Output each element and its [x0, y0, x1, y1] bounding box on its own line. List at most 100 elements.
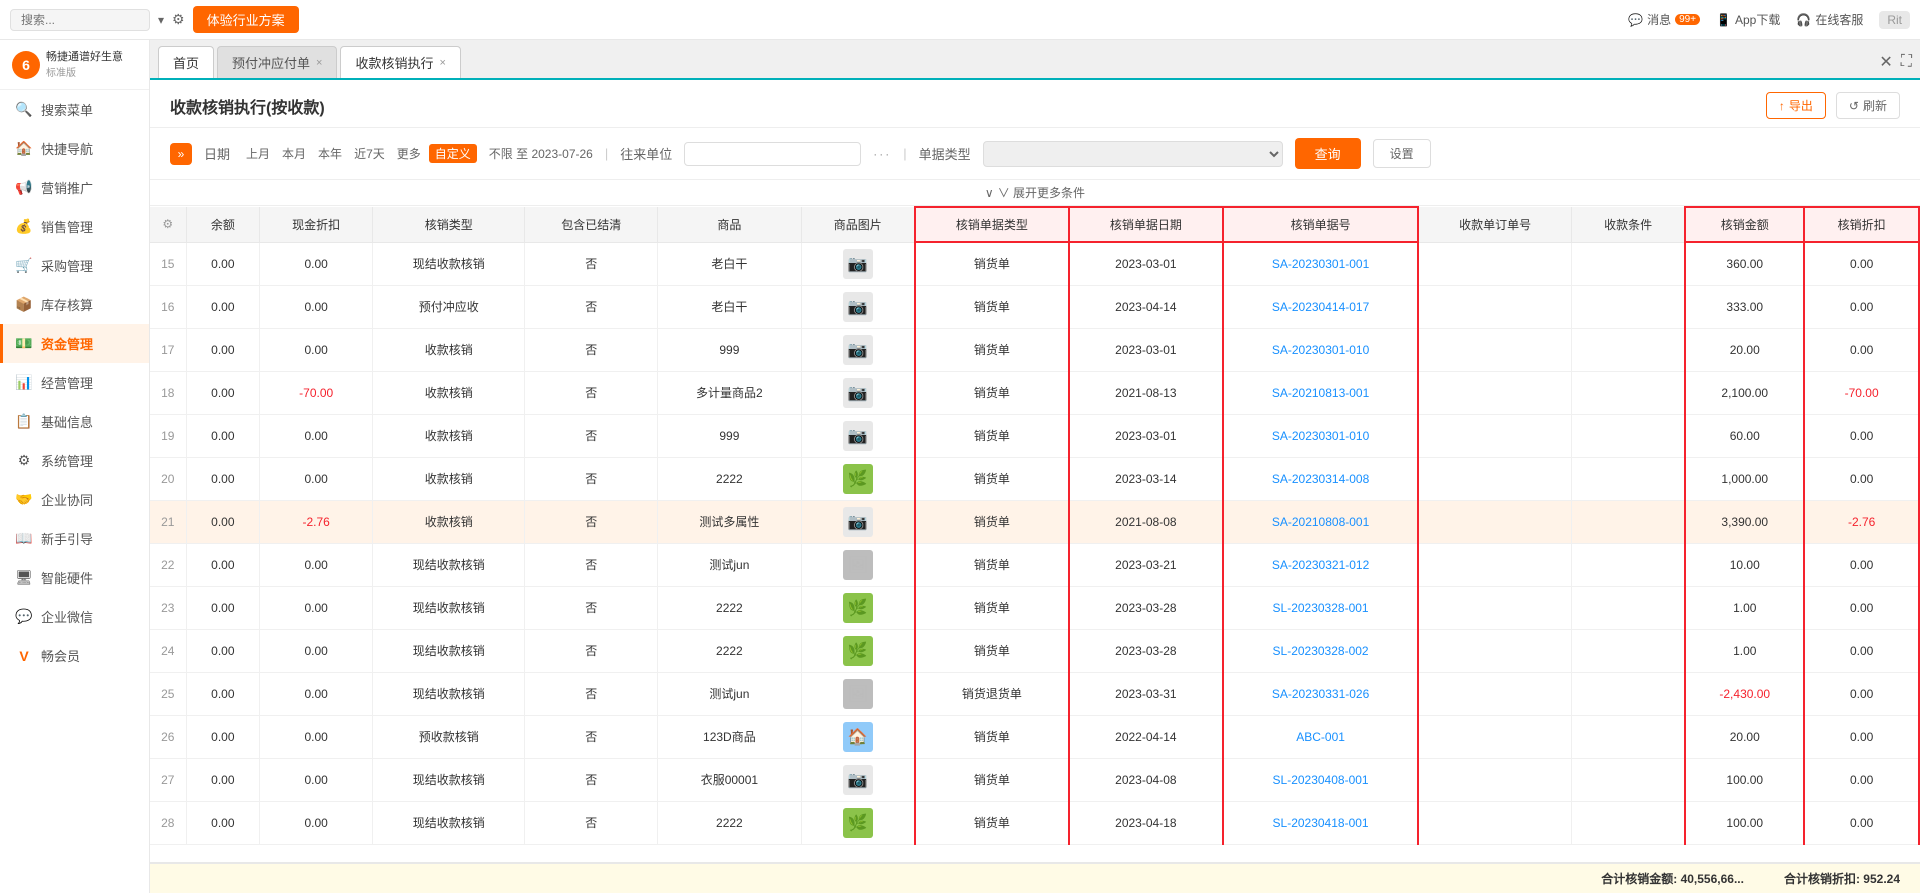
- collect-offset-tab-label: 收款核销执行: [355, 53, 433, 72]
- bill-no-link[interactable]: SA-20230301-010: [1272, 429, 1369, 443]
- date-btn-7days[interactable]: 近7天: [350, 143, 389, 164]
- settings-button[interactable]: 设置: [1373, 139, 1431, 168]
- page-actions: ↑ 导出 ↺ 刷新: [1766, 92, 1900, 119]
- sidebar-item-corp-collab[interactable]: 🤝 企业协同: [0, 480, 149, 519]
- cell-product-img: 🖼: [801, 543, 915, 586]
- th-settings[interactable]: ⚙: [150, 207, 186, 242]
- messages-item[interactable]: 💬 消息 99+: [1628, 11, 1700, 28]
- online-service-item[interactable]: 🎧 在线客服: [1796, 11, 1863, 28]
- cell-offset-discount: 0.00: [1804, 629, 1919, 672]
- cell-bill-no[interactable]: SL-20230328-001: [1223, 586, 1419, 629]
- partner-input[interactable]: [684, 142, 861, 166]
- partner-more[interactable]: ···: [873, 147, 891, 161]
- bill-no-link[interactable]: SL-20230408-001: [1273, 773, 1369, 787]
- tab-collect-offset[interactable]: 收款核销执行 ×: [340, 46, 460, 78]
- cell-offset-type: 收款核销: [373, 328, 525, 371]
- filter-expand-button[interactable]: »: [170, 143, 192, 165]
- cell-bill-no[interactable]: SA-20210808-001: [1223, 500, 1419, 543]
- cell-bill-no[interactable]: SA-20230321-012: [1223, 543, 1419, 586]
- sidebar-item-base[interactable]: 📋 基础信息: [0, 402, 149, 441]
- bill-type-select[interactable]: [983, 141, 1283, 167]
- export-button[interactable]: ↑ 导出: [1766, 92, 1826, 119]
- cell-bill-no[interactable]: SA-20230414-017: [1223, 285, 1419, 328]
- tab-prepay[interactable]: 预付冲应付单 ×: [217, 46, 337, 78]
- bill-no-link[interactable]: SL-20230328-001: [1273, 601, 1369, 615]
- sidebar-item-wechat[interactable]: 💬 企业微信: [0, 597, 149, 636]
- sidebar-item-search-menu[interactable]: 🔍 搜索菜单: [0, 90, 149, 129]
- close-window-icon[interactable]: ✕: [1879, 52, 1892, 72]
- bill-no-link[interactable]: SA-20230301-001: [1272, 257, 1369, 271]
- filter-row: » 日期 上月 本月 本年 近7天 更多 自定义 不限 至 2023-07-26…: [170, 138, 1900, 169]
- bill-no-link[interactable]: SA-20230321-012: [1272, 558, 1369, 572]
- app-download-item[interactable]: 📱 App下载: [1716, 11, 1780, 28]
- maximize-icon[interactable]: ⛶: [1901, 53, 1912, 71]
- bill-no-link[interactable]: ABC-001: [1296, 730, 1345, 744]
- base-icon: 📋: [15, 413, 33, 430]
- cell-include-settled: 否: [525, 500, 658, 543]
- cell-bill-no[interactable]: SA-20230301-010: [1223, 328, 1419, 371]
- cell-bill-no[interactable]: SA-20230331-026: [1223, 672, 1419, 715]
- sidebar-item-quick-nav[interactable]: 🏠 快捷导航: [0, 129, 149, 168]
- sidebar-item-vip[interactable]: V 畅会员: [0, 636, 149, 675]
- bill-no-link[interactable]: SA-20230314-008: [1272, 472, 1369, 486]
- refresh-button[interactable]: ↺ 刷新: [1836, 92, 1900, 119]
- date-btn-last-month[interactable]: 上月: [242, 143, 274, 164]
- tab-home[interactable]: 首页: [158, 46, 214, 78]
- bill-no-link[interactable]: SL-20230328-002: [1273, 644, 1369, 658]
- cell-collect-cond: [1571, 543, 1685, 586]
- table-wrapper[interactable]: ⚙ 余额 现金折扣 核销类型 包含已结清 商品 商品图片 核销单据类型 核销单据…: [150, 206, 1920, 862]
- cell-product: 2222: [658, 629, 802, 672]
- bill-no-link[interactable]: SA-20230331-026: [1272, 687, 1369, 701]
- cell-collect-order: [1418, 715, 1571, 758]
- sidebar-item-label: 快捷导航: [41, 139, 93, 158]
- sidebar-item-ops[interactable]: 📊 经营管理: [0, 363, 149, 402]
- date-btn-this-year[interactable]: 本年: [314, 143, 346, 164]
- cell-bill-no[interactable]: SL-20230418-001: [1223, 801, 1419, 844]
- bill-no-link[interactable]: SA-20230301-010: [1272, 343, 1369, 357]
- cell-bill-no[interactable]: SA-20230314-008: [1223, 457, 1419, 500]
- cell-bill-date: 2023-03-21: [1069, 543, 1223, 586]
- cell-bill-no[interactable]: SL-20230408-001: [1223, 758, 1419, 801]
- bill-no-link[interactable]: SA-20230414-017: [1272, 300, 1369, 314]
- sidebar-item-capital[interactable]: 💵 资金管理: [0, 324, 149, 363]
- bill-no-link[interactable]: SA-20210813-001: [1272, 386, 1369, 400]
- sidebar-item-purchase[interactable]: 🛒 采购管理: [0, 246, 149, 285]
- cell-bill-no[interactable]: SA-20230301-010: [1223, 414, 1419, 457]
- date-btn-this-month[interactable]: 本月: [278, 143, 310, 164]
- prepay-tab-close[interactable]: ×: [316, 57, 322, 69]
- cell-bill-date: 2023-03-28: [1069, 586, 1223, 629]
- th-product: 商品: [658, 207, 802, 242]
- bill-no-link[interactable]: SL-20230418-001: [1273, 816, 1369, 830]
- cell-bill-no[interactable]: ABC-001: [1223, 715, 1419, 758]
- collect-offset-tab-close[interactable]: ×: [439, 57, 445, 69]
- expand-more-btn[interactable]: ∨ ∨ 展开更多条件: [985, 184, 1085, 201]
- cell-bill-no[interactable]: SL-20230328-002: [1223, 629, 1419, 672]
- cell-bill-no[interactable]: SA-20230301-001: [1223, 242, 1419, 285]
- gear-icon[interactable]: ⚙: [172, 11, 185, 28]
- settings-icon[interactable]: ⚙: [162, 217, 173, 231]
- cell-bill-no[interactable]: SA-20210813-001: [1223, 371, 1419, 414]
- cell-bill-type: 销货单: [915, 629, 1069, 672]
- cell-bill-date: 2023-03-01: [1069, 242, 1223, 285]
- sidebar-item-marketing[interactable]: 📢 营销推广: [0, 168, 149, 207]
- bill-no-link[interactable]: SA-20210808-001: [1272, 515, 1369, 529]
- date-btn-more[interactable]: 更多: [393, 143, 425, 164]
- dropdown-arrow[interactable]: ▾: [158, 13, 164, 27]
- cell-balance: 0.00: [186, 801, 260, 844]
- product-img: 📷: [843, 378, 873, 408]
- sidebar-item-inventory[interactable]: 📦 库存核算: [0, 285, 149, 324]
- cell-offset-discount: 0.00: [1804, 715, 1919, 758]
- top-search-input[interactable]: [10, 9, 150, 31]
- solution-button[interactable]: 体验行业方案: [193, 6, 299, 33]
- cell-bill-date: 2023-03-01: [1069, 414, 1223, 457]
- logo-title: 畅捷通谱好生意: [46, 50, 123, 64]
- th-include-settled: 包含已结清: [525, 207, 658, 242]
- sidebar-item-smart-hw[interactable]: 🖥 智能硬件: [0, 558, 149, 597]
- sidebar-item-sales[interactable]: 💰 销售管理: [0, 207, 149, 246]
- date-custom-btn[interactable]: 自定义: [429, 144, 477, 163]
- main-content: 首页 预付冲应付单 × 收款核销执行 × ✕ ⛶ 收款核销执行(按收款): [150, 40, 1920, 893]
- sidebar-item-sys[interactable]: ⚙ 系统管理: [0, 441, 149, 480]
- sidebar-item-newbie[interactable]: 📖 新手引导: [0, 519, 149, 558]
- cell-cash-discount: 0.00: [260, 543, 373, 586]
- query-button[interactable]: 查询: [1295, 138, 1361, 169]
